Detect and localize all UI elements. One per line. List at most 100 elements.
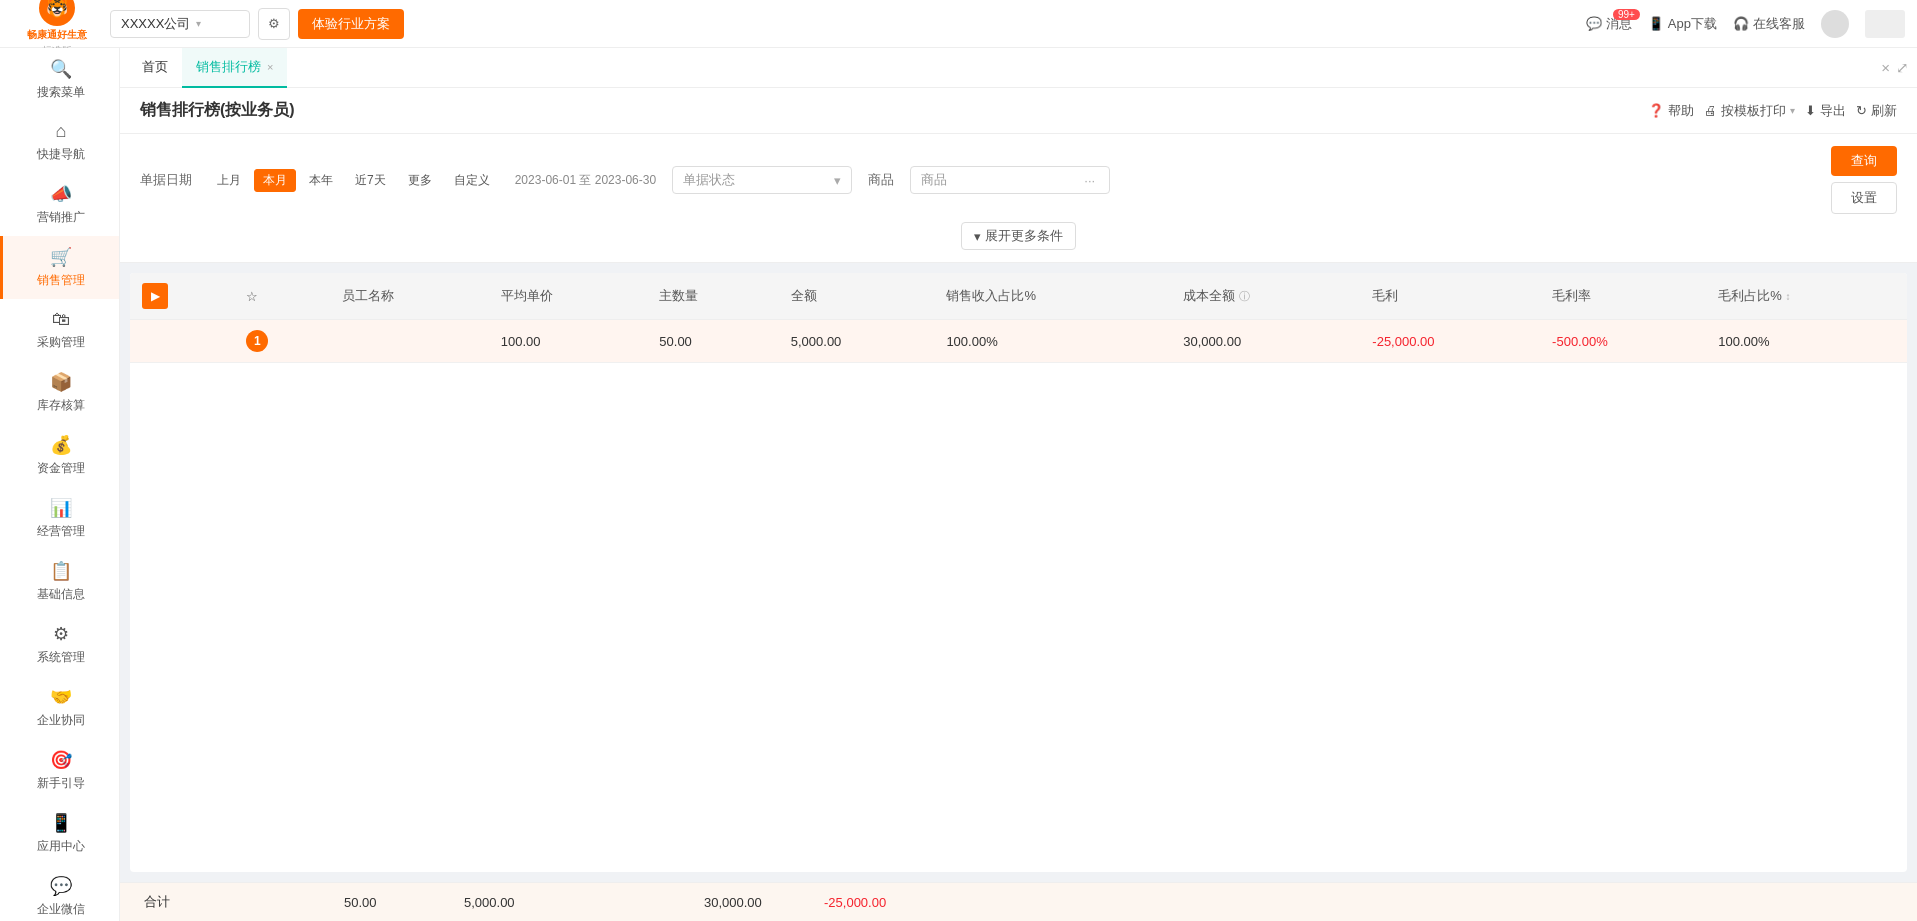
date-tab-custom[interactable]: 自定义 [445, 169, 499, 192]
sales-pct-value: 100.00% [946, 334, 997, 349]
sidebar-item-app-center[interactable]: 📱 应用中心 [0, 802, 119, 865]
date-range-display: 2023-06-01 至 2023-06-30 [515, 172, 656, 189]
page-header: 销售排行榜(按业务员) ❓ 帮助 🖨 按模板打印 ▾ ⬇ 导出 [120, 88, 1917, 134]
status-chevron-icon: ▾ [834, 173, 841, 188]
date-filter-label: 单据日期 [140, 171, 192, 189]
row-name-cell [330, 320, 489, 363]
sidebar-item-label: 搜索菜单 [37, 84, 85, 101]
col-rank: ☆ [234, 273, 330, 320]
tab-home[interactable]: 首页 [128, 48, 182, 88]
sidebar-item-sales-mgmt[interactable]: 🛒 销售管理 [0, 236, 119, 299]
col-sales-pct[interactable]: 销售收入占比% [934, 273, 1171, 320]
cost-info-icon: ⓘ [1239, 290, 1250, 302]
app-download-button[interactable]: 📱 App下载 [1648, 15, 1717, 33]
trial-button[interactable]: 体验行业方案 [298, 9, 404, 39]
online-service-label: 在线客服 [1753, 15, 1805, 33]
expand-row: ▾ 展开更多条件 [140, 222, 1897, 250]
sidebar-item-search-order[interactable]: 🔍 搜索菜单 [0, 48, 119, 111]
window-expand-button[interactable]: ⤢ [1896, 59, 1909, 77]
sidebar-item-newbie-guide[interactable]: 🎯 新手引导 [0, 739, 119, 802]
sidebar-item-label: 采购管理 [37, 334, 85, 351]
goods-ellipsis-button[interactable]: ··· [1080, 173, 1099, 188]
tab-sales-ranking[interactable]: 销售排行榜 × [182, 48, 287, 88]
tab-actions: × ⤢ [1881, 59, 1909, 77]
table-row: 1 100.00 50.00 [130, 320, 1907, 363]
box-icon: 📦 [50, 371, 72, 393]
headset-icon: 🎧 [1733, 16, 1749, 31]
col-qty[interactable]: 主数量 [647, 273, 778, 320]
date-tab-more[interactable]: 更多 [399, 169, 441, 192]
goods-placeholder: 商品 [921, 171, 1080, 189]
filter-settings-button[interactable]: 设置 [1831, 182, 1897, 214]
settings-button[interactable]: ⚙ [258, 8, 290, 40]
sidebar-item-purchase-mgmt[interactable]: 🛍 采购管理 [0, 299, 119, 361]
export-button[interactable]: ⬇ 导出 [1805, 102, 1846, 120]
date-tabs: 上月 本月 本年 近7天 更多 自定义 [208, 169, 499, 192]
sidebar-item-marketing[interactable]: 📣 营销推广 [0, 173, 119, 236]
col-amount[interactable]: 全额 [779, 273, 935, 320]
col-gross-pct[interactable]: 毛利占比% ↕ [1706, 273, 1907, 320]
amount-value: 5,000.00 [791, 334, 842, 349]
expand-conditions-button[interactable]: ▾ 展开更多条件 [961, 222, 1076, 250]
goods-filter[interactable]: 商品 ··· [910, 166, 1110, 194]
window-close-button[interactable]: × [1881, 59, 1890, 76]
table-header-row: ▶ ☆ 员工名称 平均单价 主数 [130, 273, 1907, 320]
megaphone-icon: 📣 [50, 183, 72, 205]
sidebar-item-operations[interactable]: 📊 经营管理 [0, 487, 119, 550]
gross-value: -25,000.00 [1372, 334, 1434, 349]
col-gross-pct-label: 毛利占比% [1718, 288, 1782, 303]
guide-icon: 🎯 [50, 749, 72, 771]
sidebar-item-finance[interactable]: 💰 资金管理 [0, 424, 119, 487]
sidebar-item-basic-info[interactable]: 📋 基础信息 [0, 550, 119, 613]
table-footer: 合计 50.00 5,000.00 30,000.00 -25,000.00 [120, 882, 1917, 921]
col-avg-price[interactable]: 平均单价 [489, 273, 648, 320]
sidebar-item-label: 新手引导 [37, 775, 85, 792]
col-gross-rate[interactable]: 毛利率 [1540, 273, 1706, 320]
footer-amount: 5,000.00 [452, 895, 572, 910]
collab-icon: 🤝 [50, 686, 72, 708]
page-title: 销售排行榜(按业务员) [140, 100, 295, 121]
help-button[interactable]: ❓ 帮助 [1648, 102, 1694, 120]
home-icon: ⌂ [56, 121, 67, 142]
shopping-icon: 🛍 [52, 309, 70, 330]
date-tab-current-year[interactable]: 本年 [300, 169, 342, 192]
chevron-down-icon: ▾ [196, 18, 201, 29]
row-avg-price-cell: 100.00 [489, 320, 648, 363]
app-download-label: App下载 [1668, 15, 1717, 33]
col-cost[interactable]: 成本全额 ⓘ [1171, 273, 1360, 320]
col-expand: ▶ [130, 273, 234, 320]
qty-value: 50.00 [659, 334, 692, 349]
footer-label: 合计 [132, 893, 332, 911]
sidebar-item-label: 企业协同 [37, 712, 85, 729]
refresh-button[interactable]: ↻ 刷新 [1856, 102, 1897, 120]
message-button[interactable]: 💬 消息 99+ [1586, 15, 1632, 33]
sidebar-item-system[interactable]: ⚙ 系统管理 [0, 613, 119, 676]
date-tab-current-month[interactable]: 本月 [254, 169, 296, 192]
avatar[interactable] [1821, 10, 1849, 38]
sidebar-item-label: 系统管理 [37, 649, 85, 666]
sidebar-item-enterprise-collab[interactable]: 🤝 企业协同 [0, 676, 119, 739]
date-tab-7days[interactable]: 近7天 [346, 169, 395, 192]
online-service-button[interactable]: 🎧 在线客服 [1733, 15, 1805, 33]
status-filter[interactable]: 单据状态 ▾ [672, 166, 852, 194]
top-bar-right: 💬 消息 99+ 📱 App下载 🎧 在线客服 [1586, 10, 1905, 38]
tab-close-icon[interactable]: × [267, 61, 273, 73]
col-name[interactable]: 员工名称 [330, 273, 489, 320]
cost-value: 30,000.00 [1183, 334, 1241, 349]
sidebar-item-quick-nav[interactable]: ⌂ 快捷导航 [0, 111, 119, 173]
status-label: 单据状态 [683, 171, 735, 189]
col-gross[interactable]: 毛利 [1360, 273, 1540, 320]
expand-rows-button[interactable]: ▶ [142, 283, 168, 309]
sidebar-item-inventory[interactable]: 📦 库存核算 [0, 361, 119, 424]
print-button[interactable]: 🖨 按模板打印 ▾ [1704, 102, 1795, 120]
user-name-display [1865, 10, 1905, 38]
date-tab-prev-month[interactable]: 上月 [208, 169, 250, 192]
col-avg-price-label: 平均单价 [501, 288, 553, 303]
help-icon: ❓ [1648, 103, 1664, 118]
gross-pct-sort-icon: ↕ [1785, 291, 1790, 302]
company-selector[interactable]: XXXXX公司 ▾ [110, 10, 250, 38]
sidebar-item-enterprise-wechat[interactable]: 💬 企业微信 [0, 865, 119, 921]
query-button[interactable]: 查询 [1831, 146, 1897, 176]
rank-icon: ☆ [246, 289, 258, 304]
main-content: 首页 销售排行榜 × × ⤢ 销售排行榜(按业务员) ❓ 帮助 [120, 48, 1917, 921]
